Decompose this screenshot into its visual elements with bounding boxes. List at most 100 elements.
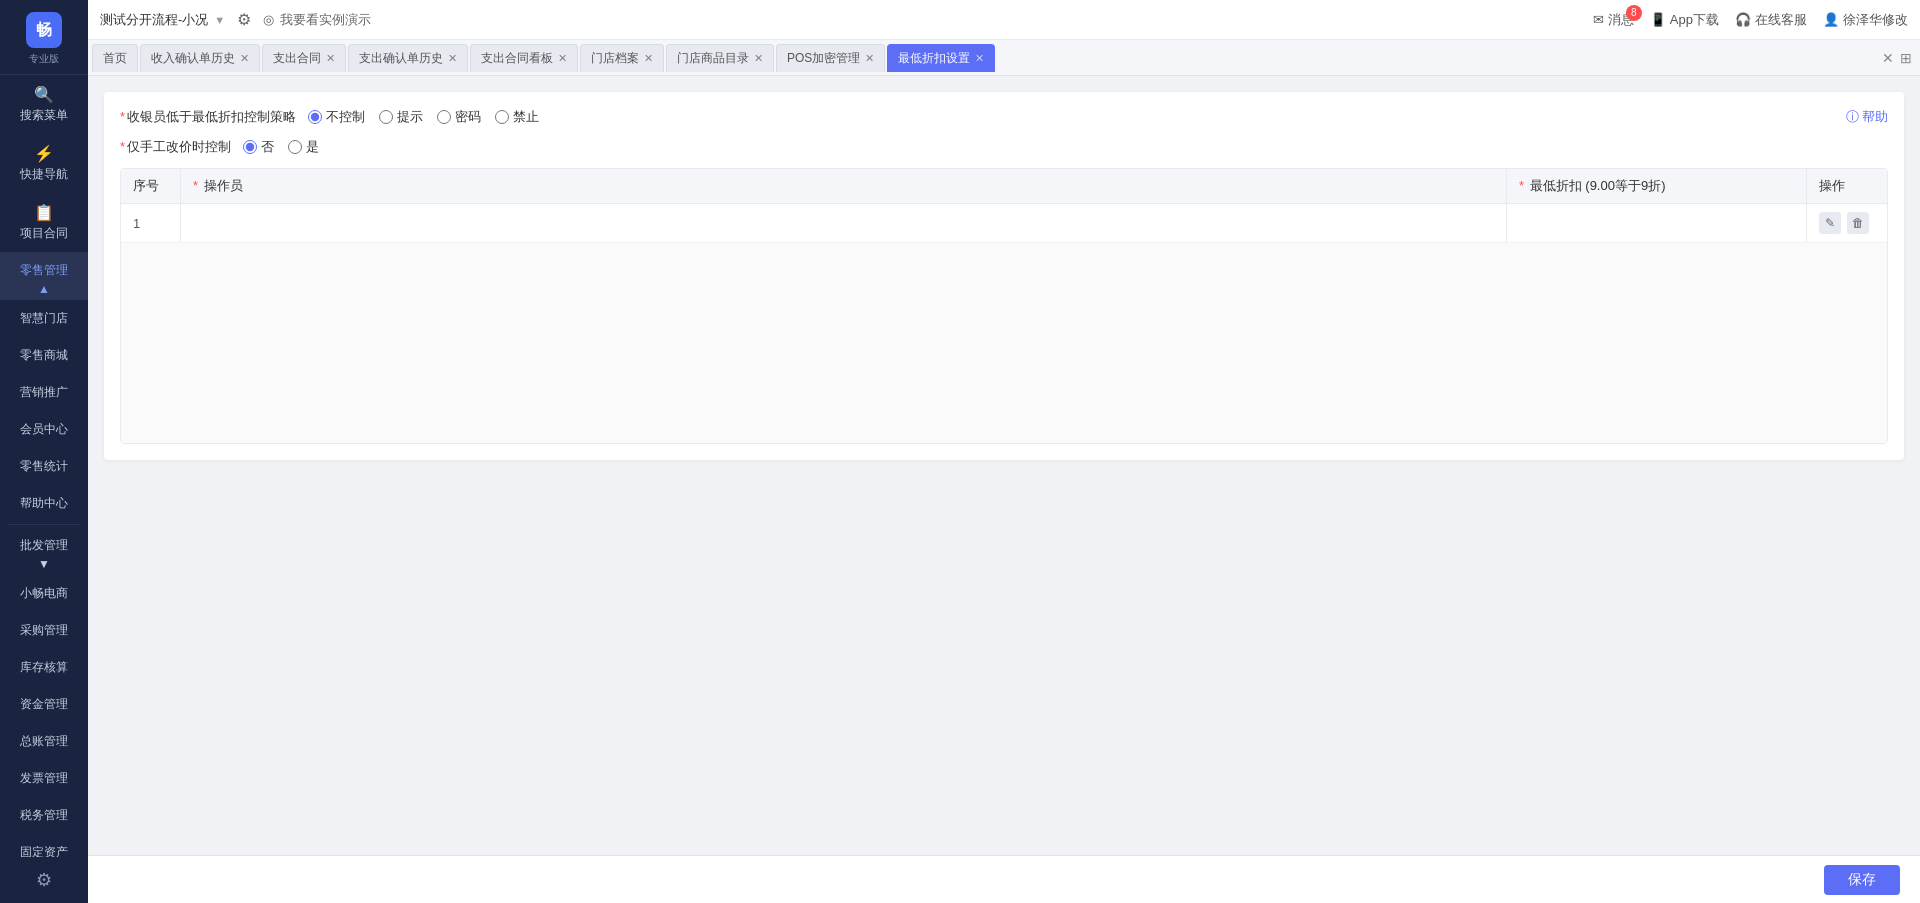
sidebar-item-invoice[interactable]: 发票管理 bbox=[0, 760, 88, 797]
help-label: 帮助 bbox=[1862, 108, 1888, 126]
action-icons: ✎ 🗑 bbox=[1819, 212, 1869, 234]
th-min-discount: * 最低折扣 (9.00等于9折) bbox=[1507, 169, 1807, 203]
tab-income-confirm-history[interactable]: 收入确认单历史 ✕ bbox=[140, 44, 260, 72]
app-download-button[interactable]: 📱 App下载 bbox=[1650, 11, 1719, 29]
settings-gear[interactable]: ⚙ bbox=[0, 857, 88, 903]
sidebar-item-label: 发票管理 bbox=[20, 770, 68, 787]
sidebar-item-quick-nav[interactable]: ⚡ 快捷导航 bbox=[0, 134, 88, 193]
sidebar-item-ecommerce[interactable]: 小畅电商 bbox=[0, 575, 88, 612]
support-button[interactable]: 🎧 在线客服 bbox=[1735, 11, 1807, 29]
radio-no-control[interactable]: 不控制 bbox=[308, 108, 365, 126]
control-policy-row: *收银员低于最低折扣控制策略 不控制 提示 密码 bbox=[120, 108, 1888, 126]
min-discount-input[interactable] bbox=[1519, 216, 1794, 231]
radio-no-input[interactable] bbox=[243, 140, 257, 154]
help-link[interactable]: ⓘ 帮助 bbox=[1846, 108, 1888, 126]
delete-icon[interactable]: 🗑 bbox=[1847, 212, 1869, 234]
project-contract-icon: 📋 bbox=[34, 203, 54, 222]
user-menu[interactable]: 👤 徐泽华修改 bbox=[1823, 11, 1908, 29]
logo-icon: 畅 bbox=[26, 12, 62, 48]
sidebar-item-wholesale[interactable]: 批发管理 ▼ bbox=[0, 527, 88, 575]
radio-prompt[interactable]: 提示 bbox=[379, 108, 423, 126]
edit-icon[interactable]: ✎ bbox=[1819, 212, 1841, 234]
sidebar-item-purchase[interactable]: 采购管理 bbox=[0, 612, 88, 649]
search-menu-icon: 🔍 bbox=[34, 85, 54, 104]
tab-close-icon[interactable]: ✕ bbox=[240, 52, 249, 65]
tab-close-icon[interactable]: ✕ bbox=[558, 52, 567, 65]
sidebar-item-retail-stats[interactable]: 零售统计 bbox=[0, 448, 88, 485]
tab-expand-icon[interactable]: ⊞ bbox=[1900, 50, 1912, 66]
radio-forbid-input[interactable] bbox=[495, 110, 509, 124]
td-min-discount bbox=[1507, 204, 1807, 242]
sidebar-item-label: 固定资产 bbox=[20, 844, 68, 857]
tab-pos-password[interactable]: POS加密管理 ✕ bbox=[776, 44, 885, 72]
app-icon: 📱 bbox=[1650, 12, 1666, 27]
tab-close-icon[interactable]: ✕ bbox=[865, 52, 874, 65]
sidebar-item-label: 总账管理 bbox=[20, 733, 68, 750]
radio-yes-label: 是 bbox=[306, 138, 319, 156]
manual-price-row: *仅手工改价时控制 否 是 bbox=[120, 138, 1888, 156]
sidebar-item-retail-management[interactable]: 零售管理 ▲ bbox=[0, 252, 88, 300]
tab-payment-contract[interactable]: 支出合同 ✕ bbox=[262, 44, 346, 72]
tab-home[interactable]: 首页 bbox=[92, 44, 138, 72]
sidebar-item-label: 采购管理 bbox=[20, 622, 68, 639]
radio-password[interactable]: 密码 bbox=[437, 108, 481, 126]
sidebar-item-label: 资金管理 bbox=[20, 696, 68, 713]
topbar: 测试分开流程-小况 ▼ ⚙ ◎ 我要看实例演示 ✉ 消息 8 📱 App下载 🎧… bbox=[88, 0, 1920, 40]
sidebar-item-general-ledger[interactable]: 总账管理 bbox=[0, 723, 88, 760]
radio-prompt-input[interactable] bbox=[379, 110, 393, 124]
sidebar-item-label: 营销推广 bbox=[20, 384, 68, 401]
radio-yes[interactable]: 是 bbox=[288, 138, 319, 156]
tab-min-discount[interactable]: 最低折扣设置 ✕ bbox=[887, 44, 995, 72]
radio-forbid[interactable]: 禁止 bbox=[495, 108, 539, 126]
tab-payment-contract-board[interactable]: 支出合同看板 ✕ bbox=[470, 44, 578, 72]
tab-close-icon[interactable]: ✕ bbox=[644, 52, 653, 65]
project-selector[interactable]: 测试分开流程-小况 ▼ bbox=[100, 11, 225, 29]
sidebar-item-tax[interactable]: 税务管理 bbox=[0, 797, 88, 834]
tab-close-icon[interactable]: ✕ bbox=[754, 52, 763, 65]
sidebar-item-member-center[interactable]: 会员中心 bbox=[0, 411, 88, 448]
radio-no-control-input[interactable] bbox=[308, 110, 322, 124]
demo-link[interactable]: ◎ 我要看实例演示 bbox=[263, 11, 371, 29]
sidebar-item-label: 小畅电商 bbox=[20, 585, 68, 602]
tab-label: 支出确认单历史 bbox=[359, 50, 443, 67]
sidebar-item-capital[interactable]: 资金管理 bbox=[0, 686, 88, 723]
operator-input[interactable] bbox=[193, 216, 1494, 231]
discount-table: 序号 * 操作员 * 最低折扣 (9.00等于9折) 操作 1 bbox=[120, 168, 1888, 444]
sidebar-item-help-center[interactable]: 帮助中心 bbox=[0, 485, 88, 522]
support-icon: 🎧 bbox=[1735, 12, 1751, 27]
sidebar-item-label: 快捷导航 bbox=[20, 166, 68, 183]
message-button[interactable]: ✉ 消息 8 bbox=[1593, 11, 1634, 29]
radio-password-input[interactable] bbox=[437, 110, 451, 124]
sidebar-item-marketing[interactable]: 营销推广 bbox=[0, 374, 88, 411]
sidebar-item-smart-store[interactable]: 智慧门店 bbox=[0, 300, 88, 337]
tab-close-icon[interactable]: ✕ bbox=[326, 52, 335, 65]
help-icon: ⓘ bbox=[1846, 108, 1859, 126]
chevron-down-icon: ▼ bbox=[38, 557, 50, 571]
message-badge: 8 bbox=[1626, 5, 1642, 21]
tab-store-file[interactable]: 门店档案 ✕ bbox=[580, 44, 664, 72]
sidebar-item-retail-mall[interactable]: 零售商城 bbox=[0, 337, 88, 374]
tab-close-all-icon[interactable]: ✕ bbox=[1882, 50, 1894, 66]
table-empty-area bbox=[121, 243, 1887, 443]
radio-no[interactable]: 否 bbox=[243, 138, 274, 156]
sidebar-item-search-menu[interactable]: 🔍 搜索菜单 bbox=[0, 75, 88, 134]
support-label: 在线客服 bbox=[1755, 11, 1807, 29]
tab-close-icon[interactable]: ✕ bbox=[448, 52, 457, 65]
sidebar-item-label: 库存核算 bbox=[20, 659, 68, 676]
radio-yes-input[interactable] bbox=[288, 140, 302, 154]
save-button[interactable]: 保存 bbox=[1824, 865, 1900, 895]
sidebar-item-inventory[interactable]: 库存核算 bbox=[0, 649, 88, 686]
tab-payment-confirm-history[interactable]: 支出确认单历史 ✕ bbox=[348, 44, 468, 72]
main-area: 测试分开流程-小况 ▼ ⚙ ◎ 我要看实例演示 ✉ 消息 8 📱 App下载 🎧… bbox=[88, 0, 1920, 903]
sidebar-item-fixed-assets[interactable]: 固定资产 bbox=[0, 834, 88, 857]
page-content: *收银员低于最低折扣控制策略 不控制 提示 密码 bbox=[88, 76, 1920, 855]
sidebar-item-label: 帮助中心 bbox=[20, 495, 68, 512]
tab-home-label: 首页 bbox=[103, 50, 127, 67]
sidebar-item-project-contract[interactable]: 📋 项目合同 bbox=[0, 193, 88, 252]
sidebar-item-label: 项目合同 bbox=[20, 225, 68, 242]
topbar-settings-icon[interactable]: ⚙ bbox=[237, 10, 251, 29]
control-policy-radio-group: 不控制 提示 密码 禁止 bbox=[308, 108, 539, 126]
radio-no-control-label: 不控制 bbox=[326, 108, 365, 126]
tab-close-icon[interactable]: ✕ bbox=[975, 52, 984, 65]
tab-store-product[interactable]: 门店商品目录 ✕ bbox=[666, 44, 774, 72]
